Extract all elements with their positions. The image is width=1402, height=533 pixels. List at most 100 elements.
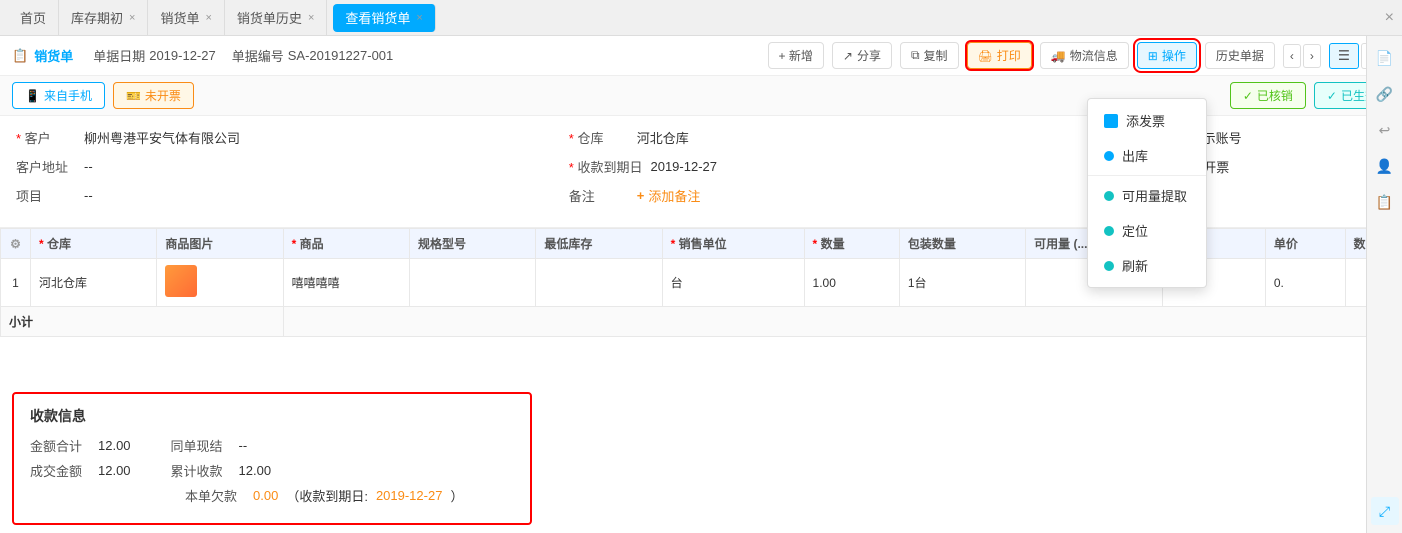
- current-arrears-item: 本单欠款 0.00 （收款到期日: 2019-12-27 ）: [185, 486, 463, 505]
- row-quantity: 1.00: [804, 259, 899, 307]
- doc-type-label: 销货单: [34, 46, 73, 65]
- arrears-note: （收款到期日:: [286, 486, 368, 505]
- tab-sales-history-close[interactable]: ×: [308, 12, 314, 24]
- th-settings[interactable]: ⚙: [1, 229, 31, 259]
- customer-value: 柳州粤港平安气体有限公司: [84, 128, 240, 147]
- available-qty-label: 可用量提取: [1122, 186, 1187, 205]
- warehouse-label: 仓库: [569, 128, 629, 147]
- payment-date-label: 收款到期日: [569, 157, 643, 176]
- locate-icon: [1104, 226, 1114, 236]
- doc-date-group: 单据日期 2019-12-27: [93, 46, 216, 65]
- print-button[interactable]: 🖨 打印: [967, 42, 1032, 69]
- th-unit-price: 单价: [1265, 229, 1345, 259]
- subtotal-label: 小计: [1, 307, 284, 337]
- current-arrears-value: 0.00: [253, 488, 278, 503]
- row-spec: [409, 259, 535, 307]
- project-label: 项目: [16, 186, 76, 205]
- row-pack-qty: 1台: [899, 259, 1025, 307]
- project-value: --: [84, 188, 93, 203]
- sidebar-icon-clipboard[interactable]: 📋: [1371, 188, 1399, 216]
- history-button[interactable]: 历史单据: [1205, 42, 1275, 69]
- tab-sales[interactable]: 销货单 ×: [148, 0, 224, 36]
- from-mobile-btn[interactable]: 📱 来自手机: [12, 82, 105, 109]
- dropdown-refresh[interactable]: 刷新: [1088, 248, 1206, 283]
- row-product-name: 嘻嘻嘻嘻: [283, 259, 409, 307]
- copy-button[interactable]: ⧉ 复制: [900, 42, 959, 69]
- new-button[interactable]: + 新增: [768, 42, 824, 69]
- th-product: 商品: [283, 229, 409, 259]
- payment-title: 收款信息: [30, 406, 514, 426]
- same-order-label: 同单现结: [171, 436, 231, 455]
- sidebar: 📄 🔗 ↩ 👤 📋 ⤢: [1366, 36, 1402, 533]
- customer-field: 客户 柳州粤港平安气体有限公司: [16, 128, 545, 147]
- th-sales-unit: 销售单位: [662, 229, 804, 259]
- doc-number-value: SA-20191227-001: [288, 48, 394, 63]
- same-order-value: --: [239, 438, 248, 453]
- th-min-stock: 最低库存: [536, 229, 662, 259]
- share-icon: ↗: [843, 49, 853, 63]
- not-opened-btn[interactable]: 🎫 未开票: [113, 82, 194, 109]
- payment-row-3: 本单欠款 0.00 （收款到期日: 2019-12-27 ）: [30, 486, 514, 505]
- print-icon: 🖨: [978, 49, 993, 63]
- outbound-icon: [1104, 151, 1114, 161]
- sidebar-icon-return[interactable]: ↩: [1371, 116, 1399, 144]
- doc-type-title: 📋 销货单: [12, 46, 73, 65]
- doc-icon: 📋: [12, 48, 28, 64]
- sidebar-icon-doc[interactable]: 📄: [1371, 44, 1399, 72]
- note-label: 备注: [569, 186, 629, 205]
- sidebar-icon-user[interactable]: 👤: [1371, 152, 1399, 180]
- doc-number-group: 单据编号 SA-20191227-001: [232, 46, 394, 65]
- refresh-label: 刷新: [1122, 256, 1148, 275]
- doc-date-label: 单据日期: [93, 46, 145, 65]
- logistics-button[interactable]: 🚚 物流信息: [1040, 42, 1129, 69]
- total-amount-value: 12.00: [98, 438, 131, 453]
- operation-button[interactable]: ⊞ 操作: [1137, 42, 1197, 69]
- address-field: 客户地址 --: [16, 157, 545, 176]
- dropdown-locate[interactable]: 定位: [1088, 213, 1206, 248]
- dropdown-available-qty[interactable]: 可用量提取: [1088, 178, 1206, 213]
- outbound-label: 出库: [1122, 146, 1148, 165]
- dropdown-add-invoice[interactable]: 添发票: [1088, 103, 1206, 138]
- payment-date-field: 收款到期日 2019-12-27: [569, 157, 1098, 176]
- operation-dropdown: 添发票 出库 可用量提取 定位 刷新: [1087, 98, 1207, 288]
- th-pack-qty: 包装数量: [899, 229, 1025, 259]
- tab-inventory-close[interactable]: ×: [129, 12, 135, 24]
- sidebar-icon-expand[interactable]: ⤢: [1371, 497, 1399, 525]
- same-order-item: 同单现结 --: [171, 436, 248, 455]
- transaction-amount-value: 12.00: [98, 463, 131, 478]
- th-warehouse: 仓库: [31, 229, 157, 259]
- dropdown-divider: [1088, 175, 1206, 176]
- copy-icon: ⧉: [911, 48, 920, 63]
- cumulative-received-label: 累计收款: [171, 461, 231, 480]
- share-button[interactable]: ↗ 分享: [832, 42, 892, 69]
- doc-meta: 单据日期 2019-12-27 单据编号 SA-20191227-001: [93, 46, 767, 65]
- add-note-btn[interactable]: 添加备注: [637, 186, 701, 205]
- prev-arrow[interactable]: ‹: [1283, 44, 1301, 68]
- tab-view-sales[interactable]: 查看销货单 ×: [333, 4, 435, 32]
- tab-home[interactable]: 首页: [8, 0, 59, 36]
- grid-icon: ⊞: [1148, 49, 1158, 63]
- doc-date-value: 2019-12-27: [149, 48, 216, 63]
- dropdown-outbound[interactable]: 出库: [1088, 138, 1206, 173]
- refresh-icon: [1104, 261, 1114, 271]
- check-icon: ✓: [1243, 89, 1253, 103]
- tab-sales-close[interactable]: ×: [205, 12, 211, 24]
- tab-inventory[interactable]: 库存期初 ×: [59, 0, 148, 36]
- payment-section: 收款信息 金额合计 12.00 同单现结 -- 成交金额 12.00 累计收款 …: [12, 392, 532, 525]
- row-unit-price: 0.: [1265, 259, 1345, 307]
- sidebar-icon-link[interactable]: 🔗: [1371, 80, 1399, 108]
- next-arrow[interactable]: ›: [1303, 44, 1321, 68]
- th-spec: 规格型号: [409, 229, 535, 259]
- subtotal-values: [283, 307, 1401, 337]
- tab-sales-history[interactable]: 销货单历史 ×: [225, 0, 327, 36]
- row-product-img: [157, 259, 283, 307]
- effective-icon: ✓: [1327, 89, 1337, 103]
- list-view-btn[interactable]: ☰: [1329, 43, 1359, 69]
- window-close-btn[interactable]: ×: [1385, 9, 1394, 27]
- approved-btn[interactable]: ✓ 已核销: [1230, 82, 1306, 109]
- nav-arrows: ‹ ›: [1283, 44, 1321, 68]
- arrears-note-close: ）: [450, 486, 463, 505]
- mobile-icon: 📱: [25, 89, 40, 103]
- tab-view-sales-close[interactable]: ×: [416, 12, 422, 24]
- doc-number-label: 单据编号: [232, 46, 284, 65]
